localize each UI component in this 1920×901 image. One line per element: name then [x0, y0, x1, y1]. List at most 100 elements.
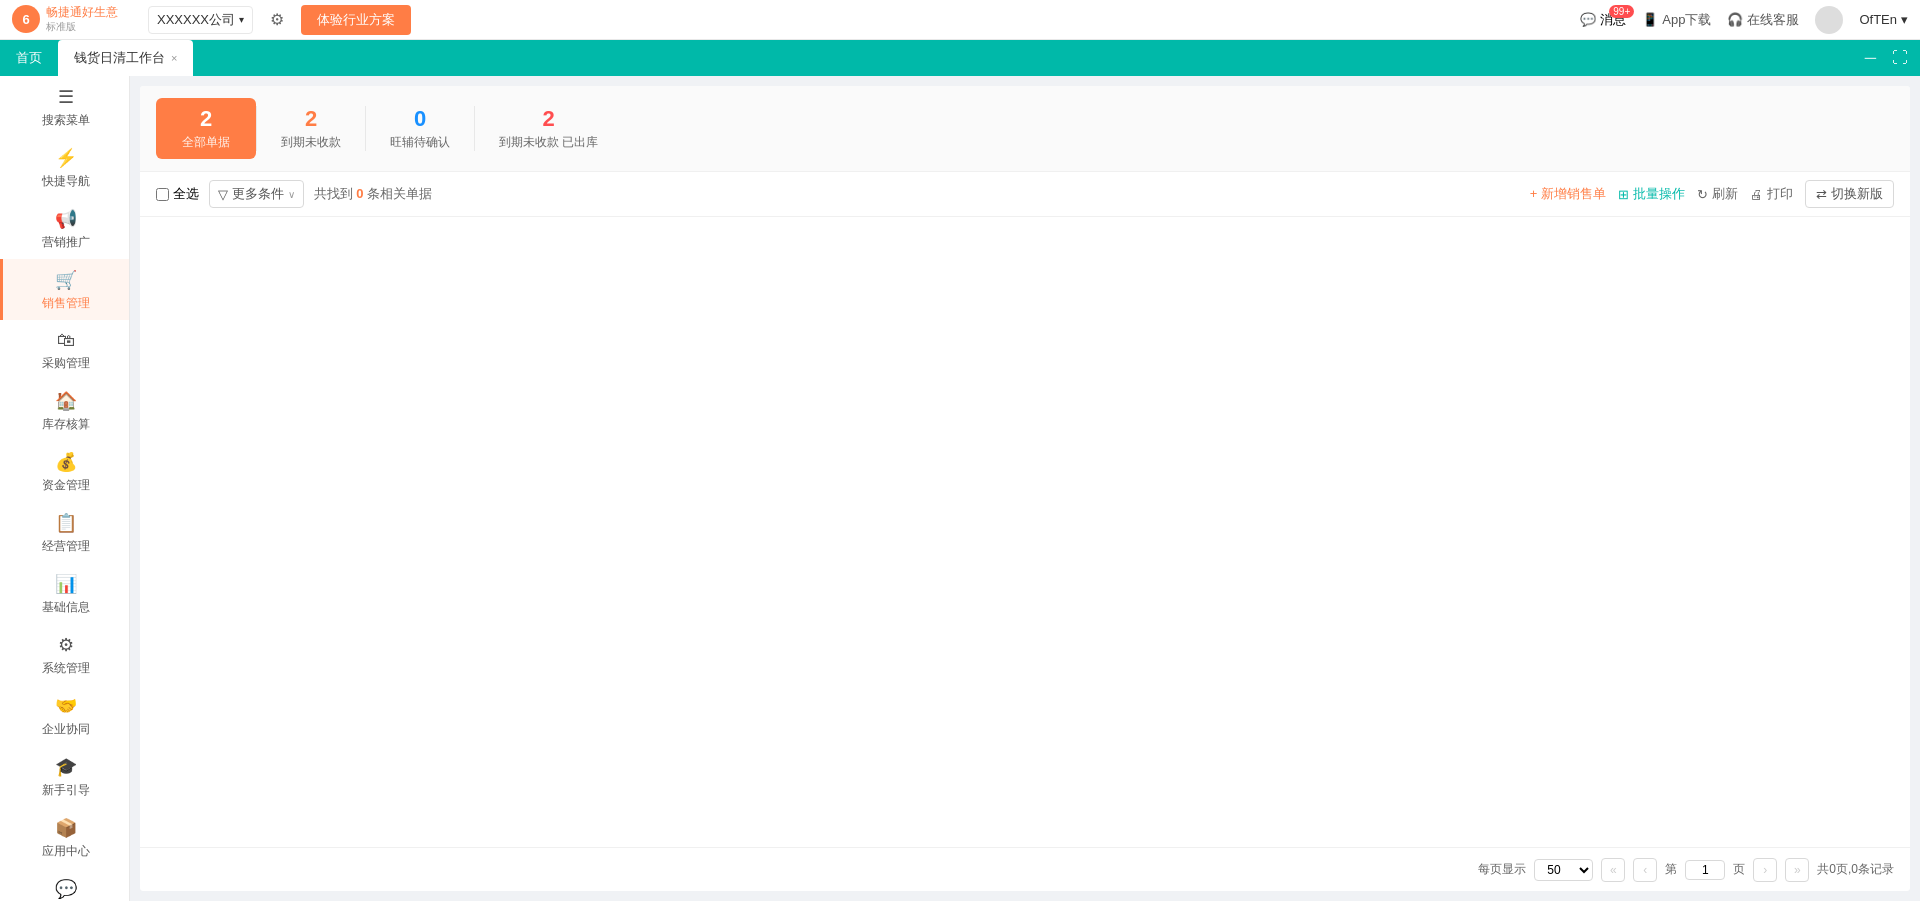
content-inner: 2 全部单据 2 到期未收款 0 旺辅待确认 2 到期未收款 已出库 [140, 86, 1910, 891]
batch-operation-button[interactable]: ⊞ 批量操作 [1618, 185, 1685, 203]
sidebar-item-sys-mgmt[interactable]: ⚙ 系统管理 [0, 624, 129, 685]
sidebar-item-label: 库存核算 [42, 416, 90, 433]
expand-icon[interactable]: ⛶ [1888, 47, 1912, 69]
sidebar-item-finance[interactable]: 💰 资金管理 [0, 441, 129, 502]
tab-close-icon[interactable]: × [171, 52, 177, 64]
sidebar-item-operations[interactable]: 📋 经营管理 [0, 502, 129, 563]
minimize-icon[interactable]: ─ [1861, 47, 1880, 69]
sidebar-item-marketing[interactable]: 📢 营销推广 [0, 198, 129, 259]
operations-icon: 📋 [55, 512, 77, 534]
search-menu-icon: ☰ [58, 86, 74, 108]
sidebar-item-purchase-mgmt[interactable]: 🛍 采购管理 [0, 320, 129, 380]
avatar[interactable] [1815, 6, 1843, 34]
card-overdue-unship[interactable]: 2 到期未收款 已出库 [475, 98, 622, 159]
batch-icon: ⊞ [1618, 187, 1629, 202]
sidebar-item-sales-mgmt[interactable]: 🛒 销售管理 [0, 259, 129, 320]
app-download-button[interactable]: 📱 App下载 [1642, 11, 1711, 29]
filter-button[interactable]: ▽ 更多条件 ∨ [209, 180, 304, 208]
tab-workbench[interactable]: 钱货日清工作台 × [58, 40, 193, 76]
sidebar-item-search-menu[interactable]: ☰ 搜索菜单 [0, 76, 129, 137]
page-size-select[interactable]: 50 10 20 100 [1534, 859, 1593, 881]
sidebar-item-newbie[interactable]: 🎓 新手引导 [0, 746, 129, 807]
card-overdue-unpaid[interactable]: 2 到期未收款 [257, 98, 365, 159]
found-text: 共找到 0 条相关单据 [314, 185, 432, 203]
last-page-button[interactable]: » [1785, 858, 1809, 882]
sidebar-item-inventory[interactable]: 🏠 库存核算 [0, 380, 129, 441]
sidebar-item-label: 销售管理 [42, 295, 90, 312]
logo-area: 6 畅捷通好生意 标准版 [12, 5, 118, 33]
card-num-pending: 0 [414, 106, 426, 132]
card-all[interactable]: 2 全部单据 [156, 98, 256, 159]
company-selector[interactable]: XXXXXX公司 ▾ [148, 6, 253, 34]
sidebar-item-quick-nav[interactable]: ⚡ 快捷导航 [0, 137, 129, 198]
switch-version-button[interactable]: ⇄ 切换新版 [1805, 180, 1894, 208]
card-label-overdue: 到期未收款 [281, 134, 341, 151]
pagination-bar: 每页显示 50 10 20 100 « ‹ 第 页 › » 共0页,0条记录 [140, 847, 1910, 891]
download-icon: 📱 [1642, 12, 1658, 27]
filter-chevron-icon: ∨ [288, 189, 295, 200]
found-suffix: 条相关单据 [367, 186, 432, 201]
prev-page-button[interactable]: ‹ [1633, 858, 1657, 882]
toolbar-left: 全选 ▽ 更多条件 ∨ 共找到 0 条相关单据 [156, 180, 1518, 208]
sidebar-item-label: 应用中心 [42, 843, 90, 860]
header-right: 💬 消息 99+ 📱 App下载 🎧 在线客服 OfTEn ▾ [1580, 6, 1908, 34]
main-layout: ☰ 搜索菜单 ⚡ 快捷导航 📢 营销推广 🛒 销售管理 🛍 采购管理 🏠 库存核… [0, 76, 1920, 901]
first-page-button[interactable]: « [1601, 858, 1625, 882]
page-input[interactable] [1685, 860, 1725, 880]
tab-bar: 首页 钱货日清工作台 × ─ ⛶ [0, 40, 1920, 76]
sidebar-item-label: 基础信息 [42, 599, 90, 616]
chevron-down-icon: ▾ [1901, 12, 1908, 27]
found-prefix: 共找到 [314, 186, 353, 201]
select-all-checkbox[interactable]: 全选 [156, 185, 199, 203]
online-service-button[interactable]: 🎧 在线客服 [1727, 11, 1799, 29]
card-num-all: 2 [200, 106, 212, 132]
page-suffix: 页 [1733, 861, 1745, 878]
table-area [140, 217, 1910, 847]
tab-home[interactable]: 首页 [0, 40, 58, 76]
page-size-label: 每页显示 [1478, 861, 1526, 878]
chevron-down-icon: ▾ [239, 14, 244, 25]
sidebar-item-app-center[interactable]: 📦 应用中心 [0, 807, 129, 868]
toolbar-right: + 新增销售单 ⊞ 批量操作 ↻ 刷新 🖨 打印 ⇄ [1530, 180, 1894, 208]
basic-info-icon: 📊 [55, 573, 77, 595]
app-center-icon: 📦 [55, 817, 77, 839]
refresh-icon: ↻ [1697, 187, 1708, 202]
switch-icon: ⇄ [1816, 187, 1827, 202]
sales-icon: 🛒 [55, 269, 77, 291]
card-label-unship: 到期未收款 已出库 [499, 134, 598, 151]
filter-icon: ▽ [218, 187, 228, 202]
logo-tag: 标准版 [46, 20, 118, 34]
trial-button[interactable]: 体验行业方案 [301, 5, 411, 35]
sidebar-item-basic-info[interactable]: 📊 基础信息 [0, 563, 129, 624]
sidebar-item-label: 采购管理 [42, 355, 90, 372]
sidebar-item-label: 企业协同 [42, 721, 90, 738]
sidebar-item-label: 资金管理 [42, 477, 90, 494]
message-badge: 99+ [1609, 5, 1634, 18]
select-all-input[interactable] [156, 188, 169, 201]
print-button[interactable]: 🖨 打印 [1750, 185, 1793, 203]
refresh-button[interactable]: ↻ 刷新 [1697, 185, 1738, 203]
tab-bar-actions: ─ ⛶ [1861, 47, 1920, 69]
add-sales-order-button[interactable]: + 新增销售单 [1530, 185, 1606, 203]
top-header: 6 畅捷通好生意 标准版 XXXXXX公司 ▾ ⚙ 体验行业方案 💬 消息 99… [0, 0, 1920, 40]
content-area: 2 全部单据 2 到期未收款 0 旺辅待确认 2 到期未收款 已出库 [130, 76, 1920, 901]
username-area[interactable]: OfTEn ▾ [1859, 12, 1908, 27]
found-count: 0 [356, 186, 363, 201]
card-pending-confirm[interactable]: 0 旺辅待确认 [366, 98, 474, 159]
page-label: 第 [1665, 861, 1677, 878]
username-label: OfTEn [1859, 12, 1897, 27]
quick-nav-icon: ⚡ [55, 147, 77, 169]
message-button[interactable]: 💬 消息 99+ [1580, 11, 1626, 29]
header-left: 6 畅捷通好生意 标准版 XXXXXX公司 ▾ ⚙ 体验行业方案 [12, 5, 411, 35]
settings-button[interactable]: ⚙ [263, 6, 291, 34]
sidebar-item-enterprise[interactable]: 🤝 企业协同 [0, 685, 129, 746]
batch-label: 批量操作 [1633, 185, 1685, 203]
newbie-icon: 🎓 [55, 756, 77, 778]
card-label-all: 全部单据 [182, 134, 230, 151]
online-service-label: 在线客服 [1747, 11, 1799, 29]
card-label-pending: 旺辅待确认 [390, 134, 450, 151]
app-download-label: App下载 [1662, 11, 1711, 29]
enterprise-icon: 🤝 [55, 695, 77, 717]
sidebar-item-wechat[interactable]: 💬 企业微信 [0, 868, 129, 901]
next-page-button[interactable]: › [1753, 858, 1777, 882]
